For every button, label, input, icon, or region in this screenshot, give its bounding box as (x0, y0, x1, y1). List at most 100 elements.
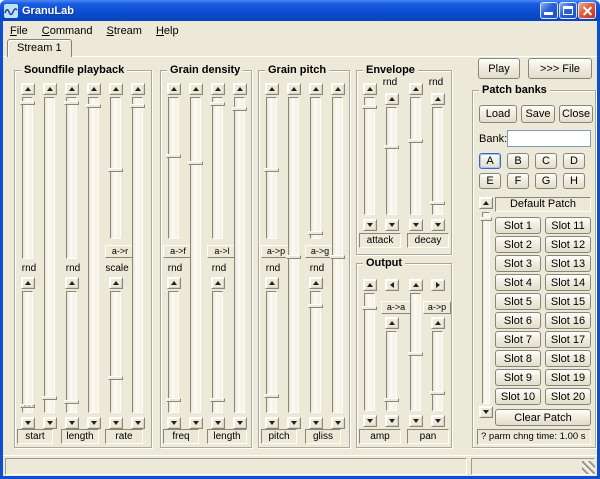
pan-right-button[interactable] (431, 279, 445, 291)
slider-thumb[interactable] (384, 398, 399, 402)
pan-up-button[interactable] (409, 279, 423, 291)
slider-thumb[interactable] (408, 352, 423, 356)
rate-down-button[interactable] (109, 417, 123, 429)
gliss-rnd-slider[interactable] (310, 291, 321, 413)
freq-main-slider[interactable] (190, 97, 201, 413)
slider-thumb[interactable] (330, 255, 345, 259)
slider-thumb[interactable] (362, 105, 377, 109)
gliss-upper-slider[interactable] (310, 97, 321, 239)
grainlength-rnd-up-button[interactable] (211, 277, 225, 289)
slider-thumb[interactable] (42, 396, 57, 400)
slider-thumb[interactable] (232, 107, 247, 111)
map-audio-to-freq-button[interactable]: a->f (163, 245, 193, 258)
slot-8-button[interactable]: Slot 8 (495, 350, 541, 367)
decay-rnd-down-button[interactable] (431, 219, 445, 231)
load-button[interactable]: Load (479, 105, 517, 123)
slot-18-button[interactable]: Slot 18 (545, 350, 591, 367)
decay-down-button[interactable] (409, 219, 423, 231)
slot-10-button[interactable]: Slot 10 (495, 388, 541, 405)
rate-scale-slider[interactable] (110, 291, 121, 413)
slider-thumb[interactable] (430, 391, 445, 395)
slider-thumb[interactable] (430, 201, 445, 205)
slider-thumb[interactable] (108, 376, 123, 380)
slider-thumb[interactable] (64, 101, 79, 105)
length-fine-down-button[interactable] (87, 417, 101, 429)
menu-help[interactable]: Help (149, 23, 186, 39)
slot-17-button[interactable]: Slot 17 (545, 331, 591, 348)
freq-upper-slider[interactable] (168, 97, 179, 239)
patch-select-slider[interactable] (482, 212, 490, 404)
rate-upper-slider[interactable] (110, 97, 121, 239)
slot-9-button[interactable]: Slot 9 (495, 369, 541, 386)
clear-patch-button[interactable]: Clear Patch (495, 409, 591, 426)
slider-thumb[interactable] (20, 101, 35, 105)
amp-main-slider[interactable] (364, 293, 375, 411)
resize-grip[interactable] (582, 461, 595, 474)
length-rnd-up-button[interactable] (65, 277, 79, 289)
slider-thumb[interactable] (264, 394, 279, 398)
decay-main-slider[interactable] (410, 97, 421, 215)
amp-aux-slider[interactable] (386, 331, 397, 411)
close-bank-button[interactable]: Close (559, 105, 593, 123)
pan-aux-down-button[interactable] (431, 415, 445, 427)
bank-b-button[interactable]: B (507, 153, 529, 169)
slider-thumb[interactable] (480, 217, 492, 221)
minimize-button[interactable] (540, 2, 558, 19)
slider-thumb[interactable] (166, 398, 181, 402)
pan-main-slider[interactable] (410, 293, 421, 411)
slot-13-button[interactable]: Slot 13 (545, 255, 591, 272)
play-button[interactable]: Play (478, 58, 520, 79)
slot-2-button[interactable]: Slot 2 (495, 236, 541, 253)
pitch-main-slider[interactable] (288, 97, 299, 413)
render-to-file-button[interactable]: >>> File (528, 58, 592, 79)
length-up-button[interactable] (65, 83, 79, 95)
slider-thumb[interactable] (20, 404, 35, 408)
attack-rnd-slider[interactable] (386, 107, 397, 215)
freq-rnd-up-button[interactable] (167, 277, 181, 289)
slot-6-button[interactable]: Slot 6 (495, 312, 541, 329)
amp-aux-down-button[interactable] (385, 415, 399, 427)
freq-up-button[interactable] (167, 83, 181, 95)
gliss-down-button[interactable] (309, 417, 323, 429)
length-fine-up-button[interactable] (87, 83, 101, 95)
bank-h-button[interactable]: H (563, 173, 585, 189)
bank-a-button[interactable]: A (479, 153, 501, 169)
rate-fine-down-button[interactable] (131, 417, 145, 429)
gliss-up-button[interactable] (309, 83, 323, 95)
map-audio-to-pan-button[interactable]: a->p (423, 301, 451, 314)
grainlength-fine-down-button[interactable] (233, 417, 247, 429)
attack-rnd-down-button[interactable] (385, 219, 399, 231)
slider-thumb[interactable] (408, 139, 423, 143)
pitch-rnd-up-button[interactable] (265, 277, 279, 289)
patch-select-down-button[interactable] (479, 406, 493, 418)
pan-aux-slider[interactable] (432, 331, 443, 411)
gliss-rnd-up-button[interactable] (309, 277, 323, 289)
slider-thumb[interactable] (210, 102, 225, 106)
start-down-button[interactable] (21, 417, 35, 429)
slider-thumb[interactable] (64, 400, 79, 404)
slider-thumb[interactable] (166, 154, 181, 158)
slot-14-button[interactable]: Slot 14 (545, 274, 591, 291)
slot-12-button[interactable]: Slot 12 (545, 236, 591, 253)
tab-stream-1[interactable]: Stream 1 (7, 39, 72, 57)
bank-f-button[interactable]: F (507, 173, 529, 189)
slot-1-button[interactable]: Slot 1 (495, 217, 541, 234)
gliss-main-slider[interactable] (332, 97, 343, 413)
rate-fine-up-button[interactable] (131, 83, 145, 95)
freq-down-button[interactable] (167, 417, 181, 429)
map-audio-to-grainlength-button[interactable]: a->l (207, 245, 237, 258)
grainlength-upper-slider[interactable] (212, 97, 223, 239)
decay-rnd-slider[interactable] (432, 107, 443, 215)
amp-up-button[interactable] (363, 279, 377, 291)
pitch-up-button[interactable] (265, 83, 279, 95)
start-rnd-up-button[interactable] (21, 277, 35, 289)
menu-command[interactable]: Command (35, 23, 100, 39)
gliss-fine-down-button[interactable] (331, 417, 345, 429)
pan-aux-up-button[interactable] (431, 317, 445, 329)
slot-19-button[interactable]: Slot 19 (545, 369, 591, 386)
save-button[interactable]: Save (521, 105, 555, 123)
grainlength-fine-up-button[interactable] (233, 83, 247, 95)
slot-16-button[interactable]: Slot 16 (545, 312, 591, 329)
start-upper-slider[interactable] (22, 97, 33, 259)
slot-11-button[interactable]: Slot 11 (545, 217, 591, 234)
